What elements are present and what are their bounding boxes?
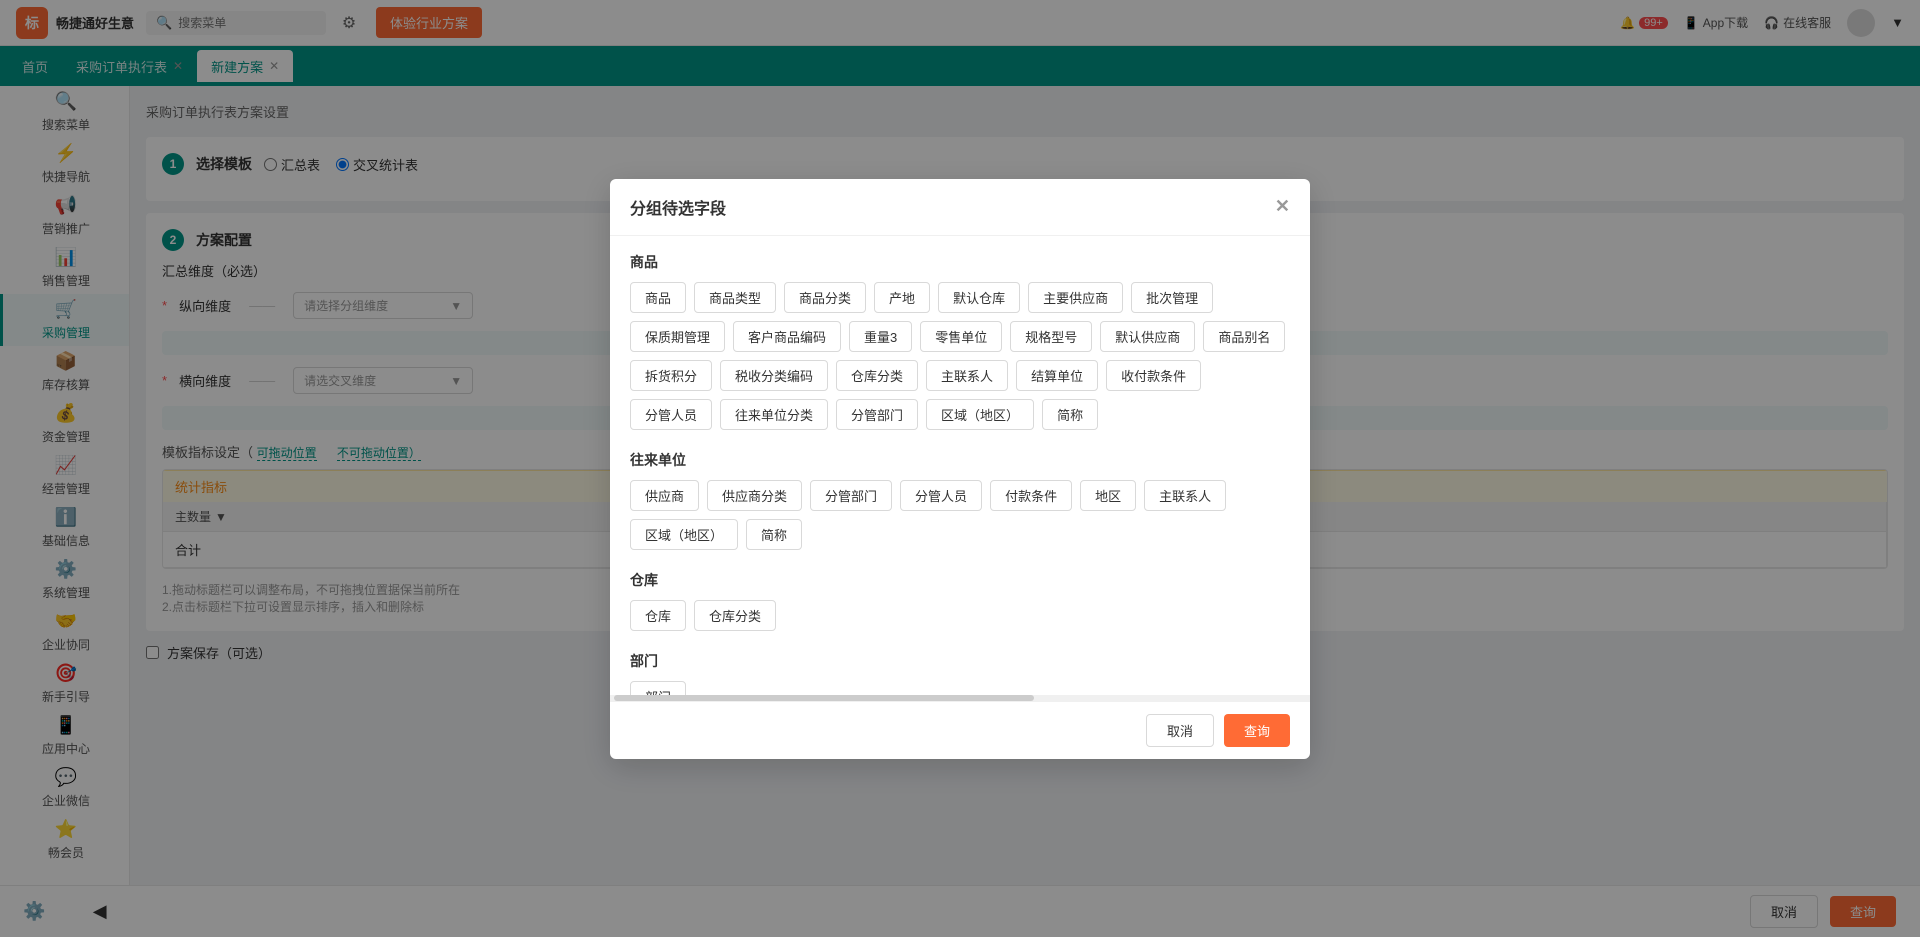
field-group-title-0: 商品 [630,252,1290,272]
field-tag-0-1[interactable]: 商品类型 [694,282,776,313]
field-tag-0-19[interactable]: 收付款条件 [1106,360,1201,391]
field-tags-1: 供应商供应商分类分管部门分管人员付款条件地区主联系人区域（地区） 简称 [630,480,1290,550]
field-tag-2-1[interactable]: 仓库分类 [694,600,776,631]
field-group-3: 部门部门 [630,651,1290,695]
field-tags-0: 商品商品类型商品分类产地默认仓库主要供应商批次管理保质期管理客户商品编码重量3 零… [630,282,1290,430]
field-tag-1-6[interactable]: 主联系人 [1144,480,1226,511]
field-tag-0-14[interactable]: 拆货积分 [630,360,712,391]
modal-footer: 取消 查询 [610,701,1310,759]
modal-header: 分组待选字段 ✕ [610,179,1310,236]
field-tag-1-8[interactable]: 简称 [746,519,802,550]
field-tag-1-7[interactable]: 区域（地区） [630,519,738,550]
modal-confirm-button[interactable]: 查询 [1224,714,1290,747]
field-tag-0-10[interactable]: 零售单位 [920,321,1002,352]
field-tag-0-0[interactable]: 商品 [630,282,686,313]
modal-body: 商品商品商品类型商品分类产地默认仓库主要供应商批次管理保质期管理客户商品编码重量… [610,236,1310,695]
field-tag-0-15[interactable]: 税收分类编码 [720,360,828,391]
field-tag-0-20[interactable]: 分管人员 [630,399,712,430]
field-tag-1-5[interactable]: 地区 [1080,480,1136,511]
field-tag-3-0[interactable]: 部门 [630,681,686,695]
field-tag-0-7[interactable]: 保质期管理 [630,321,725,352]
field-tag-0-6[interactable]: 批次管理 [1131,282,1213,313]
modal-horizontal-scrollbar[interactable] [610,695,1310,701]
field-tag-0-18[interactable]: 结算单位 [1016,360,1098,391]
field-group-title-2: 仓库 [630,570,1290,590]
modal-dialog: 分组待选字段 ✕ 商品商品商品类型商品分类产地默认仓库主要供应商批次管理保质期管… [610,179,1310,759]
field-tags-2: 仓库仓库分类 [630,600,1290,631]
field-group-0: 商品商品商品类型商品分类产地默认仓库主要供应商批次管理保质期管理客户商品编码重量… [630,252,1290,430]
field-tag-0-11[interactable]: 规格型号 [1010,321,1092,352]
field-tag-0-21[interactable]: 往来单位分类 [720,399,828,430]
field-tag-1-3[interactable]: 分管人员 [900,480,982,511]
field-tag-2-0[interactable]: 仓库 [630,600,686,631]
field-tag-0-9[interactable]: 重量3 [849,321,912,352]
field-group-2: 仓库仓库仓库分类 [630,570,1290,631]
field-tag-0-16[interactable]: 仓库分类 [836,360,918,391]
field-tag-1-0[interactable]: 供应商 [630,480,699,511]
modal-close-icon[interactable]: ✕ [1275,196,1290,217]
field-group-title-3: 部门 [630,651,1290,671]
field-tags-3: 部门 [630,681,1290,695]
field-tag-0-8[interactable]: 客户商品编码 [733,321,841,352]
field-tag-0-2[interactable]: 商品分类 [784,282,866,313]
modal-cancel-button[interactable]: 取消 [1146,714,1214,747]
field-tag-0-4[interactable]: 默认仓库 [938,282,1020,313]
field-tag-1-4[interactable]: 付款条件 [990,480,1072,511]
field-tag-0-24[interactable]: 简称 [1042,399,1098,430]
field-tag-0-12[interactable]: 默认供应商 [1100,321,1195,352]
field-tag-0-5[interactable]: 主要供应商 [1028,282,1123,313]
hscroll-thumb[interactable] [614,695,1034,701]
field-tag-1-1[interactable]: 供应商分类 [707,480,802,511]
modal-overlay[interactable]: 分组待选字段 ✕ 商品商品商品类型商品分类产地默认仓库主要供应商批次管理保质期管… [0,0,1920,937]
field-tag-1-2[interactable]: 分管部门 [810,480,892,511]
field-group-title-1: 往来单位 [630,450,1290,470]
modal-title: 分组待选字段 [630,195,726,219]
field-tag-0-13[interactable]: 商品别名 [1203,321,1285,352]
field-tag-0-22[interactable]: 分管部门 [836,399,918,430]
field-tag-0-3[interactable]: 产地 [874,282,930,313]
field-group-1: 往来单位供应商供应商分类分管部门分管人员付款条件地区主联系人区域（地区） 简称 [630,450,1290,550]
field-tag-0-23[interactable]: 区域（地区） [926,399,1034,430]
field-tag-0-17[interactable]: 主联系人 [926,360,1008,391]
